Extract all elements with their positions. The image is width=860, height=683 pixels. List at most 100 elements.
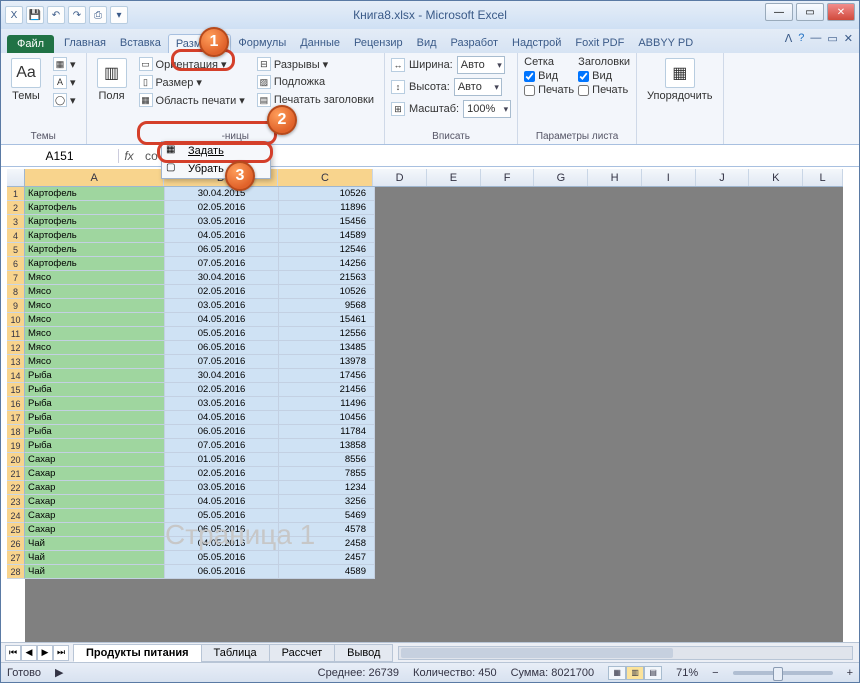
theme-colors-button[interactable]: ▦▾ (49, 56, 80, 72)
cell-date[interactable]: 02.05.2016 (165, 201, 279, 215)
table-row[interactable]: Рыба03.05.201611496 (25, 397, 843, 411)
cell-date[interactable]: 30.04.2016 (165, 369, 279, 383)
qat-btn-4[interactable]: ⎙ (89, 6, 107, 24)
fx-icon[interactable]: fx (119, 149, 139, 163)
print-area-set-item[interactable]: ▦Задать (162, 142, 270, 160)
cell-value[interactable]: 14589 (279, 229, 375, 243)
cell-product[interactable]: Картофель (25, 243, 165, 257)
cell-date[interactable]: 03.05.2016 (165, 397, 279, 411)
cell-value[interactable]: 2458 (279, 537, 375, 551)
row-header[interactable]: 3 (7, 215, 25, 229)
col-header-E[interactable]: E (427, 169, 481, 186)
table-row[interactable]: Картофель07.05.201614256 (25, 257, 843, 271)
cell-value[interactable]: 11896 (279, 201, 375, 215)
tab-рецензир[interactable]: Рецензир (347, 34, 410, 53)
cell-date[interactable]: 07.05.2016 (165, 439, 279, 453)
table-row[interactable]: Мясо06.05.201613485 (25, 341, 843, 355)
cell-date[interactable]: 30.04.2016 (165, 271, 279, 285)
cell-product[interactable]: Рыба (25, 369, 165, 383)
row-header[interactable]: 8 (7, 285, 25, 299)
sheet-tab[interactable]: Вывод (334, 644, 393, 662)
tab-вставка[interactable]: Вставка (113, 34, 168, 53)
cell-product[interactable]: Чай (25, 537, 165, 551)
table-row[interactable]: Мясо02.05.201610526 (25, 285, 843, 299)
row-header[interactable]: 5 (7, 243, 25, 257)
cell-value[interactable]: 9568 (279, 299, 375, 313)
zoom-level[interactable]: 71% (676, 667, 698, 679)
cell-date[interactable]: 30.04.2015 (165, 187, 279, 201)
cell-value[interactable]: 12556 (279, 327, 375, 341)
minimize-button[interactable]: — (765, 3, 793, 21)
table-row[interactable]: Мясо05.05.201612556 (25, 327, 843, 341)
cell-date[interactable]: 02.05.2016 (165, 285, 279, 299)
zoom-slider[interactable] (733, 671, 833, 675)
sheet-tab[interactable]: Рассчет (269, 644, 336, 662)
cell-value[interactable]: 15456 (279, 215, 375, 229)
gridlines-print-check[interactable]: Печать (524, 84, 574, 96)
zoom-in-button[interactable]: + (847, 667, 853, 679)
cell-date[interactable]: 06.05.2016 (165, 243, 279, 257)
table-row[interactable]: Сахар01.05.20168556 (25, 453, 843, 467)
row-header[interactable]: 9 (7, 299, 25, 313)
size-button[interactable]: ▯Размер ▾ (135, 74, 249, 90)
cell-date[interactable]: 06.05.2016 (165, 425, 279, 439)
gridlines-view-check[interactable]: Вид (524, 70, 574, 82)
qat-btn-3[interactable]: ↷ (68, 6, 86, 24)
cell-value[interactable]: 12546 (279, 243, 375, 257)
table-row[interactable]: Мясо04.05.201615461 (25, 313, 843, 327)
cell-product[interactable]: Мясо (25, 271, 165, 285)
row-header[interactable]: 26 (7, 537, 25, 551)
print-area-button[interactable]: ▦Область печати ▾ (135, 92, 249, 108)
print-titles-button[interactable]: ▤Печатать заголовки (253, 92, 378, 108)
tab-главная[interactable]: Главная (57, 34, 113, 53)
cell-date[interactable]: 03.05.2016 (165, 481, 279, 495)
row-header[interactable]: 14 (7, 369, 25, 383)
cell-value[interactable]: 5469 (279, 509, 375, 523)
cell-date[interactable]: 07.05.2016 (165, 257, 279, 271)
cell-product[interactable]: Рыба (25, 439, 165, 453)
table-row[interactable]: Сахар02.05.20167855 (25, 467, 843, 481)
table-row[interactable]: Сахар06.05.20164578 (25, 523, 843, 537)
cell-date[interactable]: 02.05.2016 (165, 467, 279, 481)
cell-value[interactable]: 2457 (279, 551, 375, 565)
row-header[interactable]: 17 (7, 411, 25, 425)
cell-date[interactable]: 06.05.2016 (165, 341, 279, 355)
tab-abbyy pd[interactable]: ABBYY PD (631, 34, 700, 53)
table-row[interactable]: Мясо30.04.201621563 (25, 271, 843, 285)
cell-value[interactable]: 7855 (279, 467, 375, 481)
cell-product[interactable]: Мясо (25, 285, 165, 299)
cell-value[interactable]: 4578 (279, 523, 375, 537)
row-header[interactable]: 25 (7, 523, 25, 537)
row-header[interactable]: 21 (7, 467, 25, 481)
cell-product[interactable]: Картофель (25, 257, 165, 271)
row-header[interactable]: 4 (7, 229, 25, 243)
tab-данные[interactable]: Данные (293, 34, 347, 53)
arrange-button[interactable]: ▦ Упорядочить (643, 56, 716, 104)
file-tab[interactable]: Файл (7, 35, 54, 53)
background-button[interactable]: ▨Подложка (253, 74, 378, 90)
table-row[interactable]: Рыба06.05.201611784 (25, 425, 843, 439)
row-header[interactable]: 10 (7, 313, 25, 327)
row-header[interactable]: 18 (7, 425, 25, 439)
cell-product[interactable]: Картофель (25, 215, 165, 229)
headings-view-check[interactable]: Вид (578, 70, 630, 82)
table-row[interactable]: Сахар03.05.20161234 (25, 481, 843, 495)
cell-value[interactable]: 13858 (279, 439, 375, 453)
row-header[interactable]: 15 (7, 383, 25, 397)
cell-product[interactable]: Мясо (25, 355, 165, 369)
table-row[interactable]: Картофель03.05.201615456 (25, 215, 843, 229)
cell-product[interactable]: Сахар (25, 495, 165, 509)
cell-product[interactable]: Картофель (25, 187, 165, 201)
table-row[interactable]: Мясо03.05.20169568 (25, 299, 843, 313)
window-min-icon[interactable]: — (810, 32, 821, 45)
tab-формулы[interactable]: Формулы (231, 34, 293, 53)
row-header[interactable]: 6 (7, 257, 25, 271)
table-row[interactable]: Рыба07.05.201613858 (25, 439, 843, 453)
row-header[interactable]: 22 (7, 481, 25, 495)
cell-date[interactable]: 04.05.2016 (165, 495, 279, 509)
row-header[interactable]: 24 (7, 509, 25, 523)
cell-value[interactable]: 14256 (279, 257, 375, 271)
cell-value[interactable]: 1234 (279, 481, 375, 495)
theme-fonts-button[interactable]: A▾ (49, 74, 80, 90)
orientation-button[interactable]: ▭Ориентация ▾ (135, 56, 249, 72)
